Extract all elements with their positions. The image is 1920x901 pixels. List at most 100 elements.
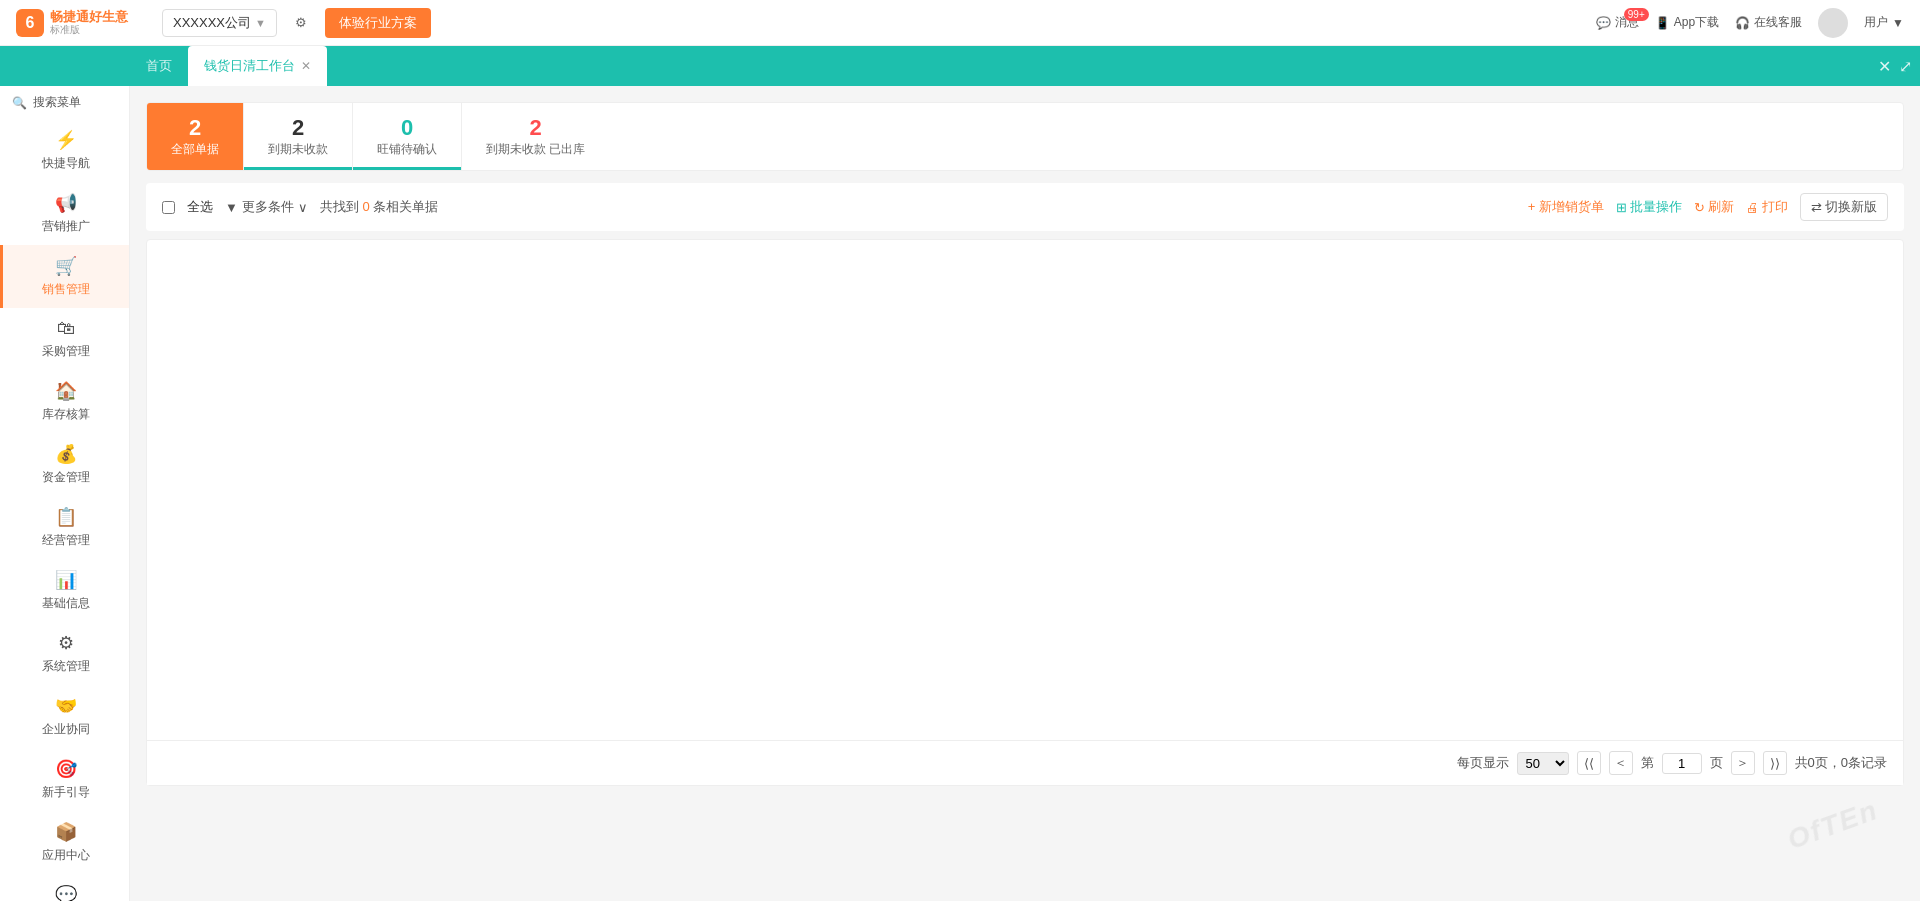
sidebar-item-operations[interactable]: 📋 经营管理 <box>0 496 129 559</box>
company-selector[interactable]: XXXXXX公司 ▼ <box>162 9 277 37</box>
found-count: 0 <box>363 199 370 214</box>
sidebar-item-label: 销售管理 <box>42 281 90 298</box>
stats-tab-overdue-label: 到期未收款 <box>268 141 328 158</box>
app-subtitle: 标准版 <box>50 24 128 36</box>
filter-label: 更多条件 <box>242 198 294 216</box>
print-button[interactable]: 🖨 打印 <box>1746 198 1788 216</box>
stats-tab-overdue[interactable]: 2 到期未收款 <box>244 103 353 170</box>
sidebar-item-marketing[interactable]: 📢 营销推广 <box>0 182 129 245</box>
tab-fullscreen-icon[interactable]: ⤢ <box>1899 57 1912 76</box>
purchase-icon: 🛍 <box>57 318 75 339</box>
inventory-icon: 🏠 <box>55 380 77 402</box>
stats-tab-wangpu-label: 旺铺待确认 <box>377 141 437 158</box>
select-all-label: 全选 <box>187 198 213 216</box>
found-prefix: 共找到 <box>320 199 359 214</box>
chevron-down-icon: ▼ <box>255 17 266 29</box>
page-next-button[interactable]: ＞ <box>1731 751 1755 775</box>
sidebar-item-sales[interactable]: 🛒 销售管理 <box>0 245 129 308</box>
page-first-button[interactable]: ⟨⟨ <box>1577 751 1601 775</box>
sidebar-item-quick-nav[interactable]: ⚡ 快捷导航 <box>0 119 129 182</box>
message-icon: 💬 <box>1596 16 1611 30</box>
select-all-checkbox[interactable] <box>162 201 175 214</box>
stats-tab-wangpu-count: 0 <box>377 115 437 141</box>
sidebar-item-label: 库存核算 <box>42 406 90 423</box>
pagination: 每页显示 50 20 100 ⟨⟨ ＜ 第 页 ＞ ⟩⟩ 共0页，0条记录 <box>147 740 1903 785</box>
sidebar-item-base-info[interactable]: 📊 基础信息 <box>0 559 129 622</box>
trial-button[interactable]: 体验行业方案 <box>325 8 431 38</box>
sidebar-item-label: 快捷导航 <box>42 155 90 172</box>
tab-home-label: 首页 <box>146 57 172 75</box>
sidebar-item-finance[interactable]: 💰 资金管理 <box>0 433 129 496</box>
sidebar-item-label: 营销推广 <box>42 218 90 235</box>
service-icon: 🎧 <box>1735 16 1750 30</box>
sidebar-item-cooperation[interactable]: 🤝 企业协同 <box>0 685 129 748</box>
tab-home[interactable]: 首页 <box>130 46 188 86</box>
refresh-icon: ↻ <box>1694 200 1705 215</box>
stats-tab-all[interactable]: 2 全部单据 <box>147 103 244 170</box>
found-suffix: 条相关单据 <box>373 199 438 214</box>
found-text: 共找到 0 条相关单据 <box>320 198 438 216</box>
avatar[interactable] <box>1818 8 1848 38</box>
sidebar-item-guide[interactable]: 🎯 新手引导 <box>0 748 129 811</box>
sidebar-item-label: 企业协同 <box>42 721 90 738</box>
finance-icon: 💰 <box>55 443 77 465</box>
tab-workbench-label: 钱货日清工作台 <box>204 57 295 75</box>
marketing-icon: 📢 <box>55 192 77 214</box>
print-label: 打印 <box>1762 198 1788 216</box>
quick-nav-icon: ⚡ <box>55 129 77 151</box>
page-input[interactable] <box>1662 753 1702 774</box>
wechat-icon: 💬 <box>55 884 77 901</box>
company-name: XXXXXX公司 <box>173 14 251 32</box>
switch-version-button[interactable]: ⇄ 切换新版 <box>1800 193 1888 221</box>
page-prev-button[interactable]: ＜ <box>1609 751 1633 775</box>
base-info-icon: 📊 <box>55 569 77 591</box>
search-icon: 🔍 <box>12 96 27 110</box>
batch-icon: ⊞ <box>1616 200 1627 215</box>
settings-button[interactable]: ⚙ <box>285 7 317 39</box>
logo-icon: 6 <box>16 9 44 37</box>
stats-tab-overdue-out[interactable]: 2 到期未收款 已出库 <box>462 103 609 170</box>
logo-char: 6 <box>26 14 35 32</box>
app-center-icon: 📦 <box>55 821 77 843</box>
stats-tab-overdue-count: 2 <box>268 115 328 141</box>
sidebar-item-wechat[interactable]: 💬 企业微信 <box>0 874 129 901</box>
page-suffix: 页 <box>1710 754 1723 772</box>
sidebar-item-inventory[interactable]: 🏠 库存核算 <box>0 370 129 433</box>
sidebar-item-label: 应用中心 <box>42 847 90 864</box>
sidebar-item-app-center[interactable]: 📦 应用中心 <box>0 811 129 874</box>
logo-area: 6 畅捷通好生意 标准版 <box>16 9 146 37</box>
table-empty <box>147 240 1903 740</box>
stats-tab-wangpu[interactable]: 0 旺铺待确认 <box>353 103 462 170</box>
per-page-label: 每页显示 <box>1457 754 1509 772</box>
online-service-label: 在线客服 <box>1754 14 1802 31</box>
sidebar-item-label: 新手引导 <box>42 784 90 801</box>
refresh-button[interactable]: ↻ 刷新 <box>1694 198 1734 216</box>
sidebar-item-label: 基础信息 <box>42 595 90 612</box>
app-download-button[interactable]: 📱 App下载 <box>1655 14 1719 31</box>
filter-button[interactable]: ▼ 更多条件 ∨ <box>225 198 308 216</box>
print-icon: 🖨 <box>1746 200 1759 215</box>
logo-text: 畅捷通好生意 标准版 <box>50 9 128 37</box>
message-button[interactable]: 💬 消息 99+ <box>1596 14 1639 31</box>
stats-tab-overdue-out-count: 2 <box>486 115 585 141</box>
tab-close-all-icon[interactable]: ✕ <box>1878 57 1891 76</box>
chevron-down-user-icon: ▼ <box>1892 16 1904 30</box>
stats-tabs: 2 全部单据 2 到期未收款 0 旺铺待确认 2 到期未收款 已出库 <box>146 102 1904 171</box>
tab-workbench[interactable]: 钱货日清工作台 ✕ <box>188 46 327 86</box>
header-right: 💬 消息 99+ 📱 App下载 🎧 在线客服 用户 ▼ <box>1596 8 1904 38</box>
table-area: 每页显示 50 20 100 ⟨⟨ ＜ 第 页 ＞ ⟩⟩ 共0页，0条记录 <box>146 239 1904 786</box>
per-page-select[interactable]: 50 20 100 <box>1517 752 1569 775</box>
online-service-button[interactable]: 🎧 在线客服 <box>1735 14 1802 31</box>
user-name[interactable]: 用户 ▼ <box>1864 14 1904 31</box>
sales-icon: 🛒 <box>55 255 77 277</box>
new-sales-order-button[interactable]: + 新增销货单 <box>1528 198 1604 216</box>
page-last-button[interactable]: ⟩⟩ <box>1763 751 1787 775</box>
sidebar-item-purchase[interactable]: 🛍 采购管理 <box>0 308 129 370</box>
search-menu-label: 搜索菜单 <box>33 94 81 111</box>
sidebar-item-system[interactable]: ⚙ 系统管理 <box>0 622 129 685</box>
user-label: 用户 <box>1864 14 1888 31</box>
tab-close-icon[interactable]: ✕ <box>301 59 311 73</box>
system-icon: ⚙ <box>58 632 74 654</box>
batch-operation-button[interactable]: ⊞ 批量操作 <box>1616 198 1682 216</box>
search-menu-button[interactable]: 🔍 搜索菜单 <box>0 86 129 119</box>
